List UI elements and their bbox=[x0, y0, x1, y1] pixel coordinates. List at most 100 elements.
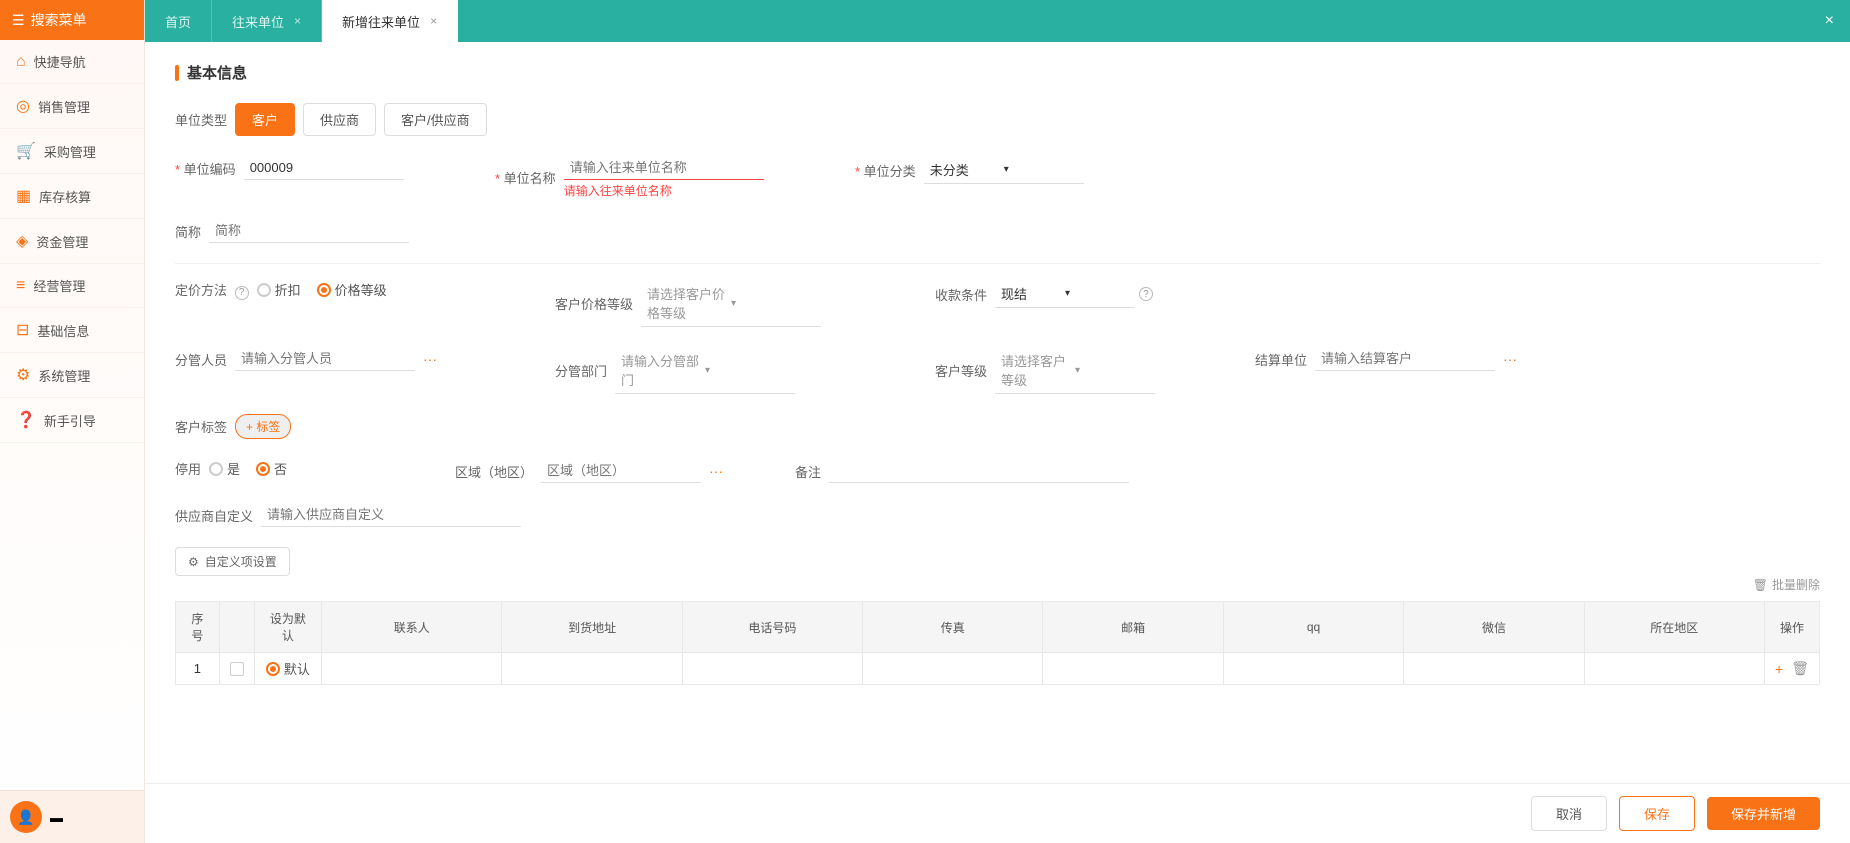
tab-contacts-close[interactable]: × bbox=[294, 14, 301, 28]
unit-category-label: * 单位分类 bbox=[855, 161, 916, 180]
sidebar-item-quick-nav[interactable]: ⌂ 快捷导航 bbox=[0, 40, 144, 84]
pricing-price-level-radio[interactable]: 价格等级 bbox=[317, 280, 387, 299]
email-input[interactable] bbox=[1053, 661, 1212, 676]
save-button[interactable]: 保存 bbox=[1619, 796, 1695, 831]
batch-delete-button[interactable]: 🗑 批量删除 bbox=[1753, 576, 1820, 593]
wechat-input[interactable] bbox=[1414, 661, 1573, 676]
sidebar-item-operations[interactable]: ≡ 经营管理 bbox=[0, 264, 144, 308]
region-input[interactable] bbox=[541, 459, 701, 483]
disable-radio-group: 是 否 bbox=[209, 459, 287, 478]
pricing-row: 定价方法 ? 折扣 价格等级 客户价格等级 bbox=[175, 280, 1820, 327]
tab-new-contact-close[interactable]: × bbox=[430, 14, 437, 28]
set-default-radio[interactable]: 默认 bbox=[265, 659, 311, 678]
cell-fax[interactable] bbox=[863, 653, 1043, 685]
custom-settings-button[interactable]: ⚙ 自定义项设置 bbox=[175, 547, 290, 576]
unit-category-select[interactable]: 未分类 ▾ bbox=[924, 156, 1084, 184]
payment-condition-value: 现结 bbox=[1001, 284, 1065, 303]
unit-btn-both[interactable]: 客户/供应商 bbox=[384, 103, 487, 136]
fax-input[interactable] bbox=[873, 661, 1032, 676]
supplier-custom-label: 供应商自定义 bbox=[175, 506, 253, 525]
save-and-new-button[interactable]: 保存并新增 bbox=[1707, 797, 1820, 830]
disable-yes-label: 是 bbox=[227, 459, 240, 478]
search-menu-label: 搜索菜单 bbox=[31, 10, 87, 30]
disable-no-radio[interactable]: 否 bbox=[256, 459, 287, 478]
unit-category-value: 未分类 bbox=[930, 160, 1004, 179]
sidebar-item-finance[interactable]: ◈ 资金管理 bbox=[0, 219, 144, 264]
manager-more-icon[interactable]: ··· bbox=[419, 351, 441, 367]
pricing-discount-radio[interactable]: 折扣 bbox=[257, 280, 301, 299]
unit-type-label: 单位类型 bbox=[175, 110, 227, 129]
department-select[interactable]: 请输入分管部门 ▾ bbox=[615, 347, 795, 394]
payment-condition-field: 收款条件 现结 ▾ ? bbox=[935, 280, 1820, 308]
tab-new-contact[interactable]: 新增往来单位 × bbox=[322, 0, 458, 42]
cell-region[interactable] bbox=[1584, 653, 1764, 685]
region-table-input[interactable] bbox=[1595, 661, 1754, 676]
unit-name-input[interactable] bbox=[564, 156, 764, 180]
sidebar-item-inventory[interactable]: ▦ 库存核算 bbox=[0, 174, 144, 219]
cell-address[interactable] bbox=[502, 653, 682, 685]
remark-input[interactable] bbox=[829, 459, 1129, 483]
settlement-unit-input[interactable] bbox=[1315, 347, 1495, 371]
sidebar-item-purchase[interactable]: 🛒 采购管理 bbox=[0, 129, 144, 174]
add-row-button[interactable]: + bbox=[1775, 661, 1783, 677]
disable-no-label: 否 bbox=[274, 459, 287, 478]
phone-input[interactable] bbox=[693, 661, 852, 676]
region-more-icon[interactable]: ··· bbox=[705, 463, 727, 479]
tab-contacts[interactable]: 往来单位 × bbox=[212, 0, 322, 42]
sidebar-user-area: 👤 ▬ bbox=[0, 790, 144, 843]
settlement-more-icon[interactable]: ··· bbox=[1499, 351, 1521, 367]
unit-code-input[interactable] bbox=[244, 156, 404, 180]
cancel-button[interactable]: 取消 bbox=[1531, 796, 1607, 831]
customer-level-label: 客户等级 bbox=[935, 361, 987, 380]
search-menu-button[interactable]: ☰ 搜索菜单 bbox=[0, 0, 144, 40]
sidebar-item-basic[interactable]: ⊟ 基础信息 bbox=[0, 308, 144, 353]
row-checkbox[interactable] bbox=[230, 662, 244, 676]
close-all-tabs-button[interactable]: × bbox=[1809, 12, 1850, 30]
unit-code-label: * 单位编码 bbox=[175, 159, 236, 178]
customer-level-select[interactable]: 请选择客户等级 ▾ bbox=[995, 347, 1155, 394]
delete-row-button[interactable]: 🗑 bbox=[1791, 660, 1809, 677]
sidebar-item-newbie[interactable]: ❓ 新手引导 bbox=[0, 398, 144, 443]
custom-settings-label: 自定义项设置 bbox=[205, 553, 277, 570]
qq-input[interactable] bbox=[1234, 661, 1393, 676]
cell-email[interactable] bbox=[1043, 653, 1223, 685]
cell-checkbox[interactable] bbox=[219, 653, 254, 685]
add-tag-button[interactable]: + 标签 bbox=[235, 414, 291, 439]
payment-help-icon[interactable]: ? bbox=[1139, 287, 1153, 301]
sidebar-item-sales[interactable]: ◎ 销售管理 bbox=[0, 84, 144, 129]
sidebar: ☰ 搜索菜单 ⌂ 快捷导航 ◎ 销售管理 🛒 采购管理 ▦ 库存核算 ◈ 资金管… bbox=[0, 0, 145, 843]
unit-btn-customer[interactable]: 客户 bbox=[235, 103, 295, 136]
sidebar-item-system[interactable]: ⚙ 系统管理 bbox=[0, 353, 144, 398]
manager-input[interactable] bbox=[235, 347, 415, 371]
supplier-custom-input[interactable] bbox=[261, 503, 521, 527]
cell-wechat[interactable] bbox=[1404, 653, 1584, 685]
payment-condition-label: 收款条件 bbox=[935, 285, 987, 304]
payment-condition-select[interactable]: 现结 ▾ bbox=[995, 280, 1135, 308]
settlement-unit-label: 结算单位 bbox=[1255, 350, 1307, 369]
customer-level-placeholder: 请选择客户等级 bbox=[1001, 351, 1075, 389]
short-name-label: 简称 bbox=[175, 222, 201, 241]
manager-field: 分管人员 ··· bbox=[175, 347, 515, 371]
cell-phone[interactable] bbox=[682, 653, 862, 685]
short-name-input[interactable] bbox=[209, 219, 409, 243]
customer-price-level-select[interactable]: 请选择客户价格等级 ▾ bbox=[641, 280, 821, 327]
tab-home[interactable]: 首页 bbox=[145, 0, 212, 42]
table-actions: 🗑 批量删除 bbox=[175, 576, 1820, 593]
search-icon: ☰ bbox=[12, 12, 25, 29]
pricing-help-icon[interactable]: ? bbox=[235, 286, 249, 300]
customer-price-level-placeholder: 请选择客户价格等级 bbox=[647, 284, 731, 322]
tab-home-label: 首页 bbox=[165, 12, 191, 31]
cell-contact[interactable] bbox=[322, 653, 502, 685]
address-input[interactable] bbox=[512, 661, 671, 676]
pricing-method-label: 定价方法 ? bbox=[175, 280, 249, 300]
disable-yes-radio[interactable]: 是 bbox=[209, 459, 240, 478]
unit-btn-supplier[interactable]: 供应商 bbox=[303, 103, 376, 136]
cell-qq[interactable] bbox=[1223, 653, 1403, 685]
contact-input[interactable] bbox=[332, 661, 491, 676]
cell-index: 1 bbox=[176, 653, 220, 685]
customer-tag-field: 客户标签 + 标签 bbox=[175, 414, 1820, 439]
unit-type-field: 单位类型 客户 供应商 客户/供应商 bbox=[175, 103, 1820, 136]
unit-name-error: 请输入往来单位名称 bbox=[564, 182, 815, 199]
user-avatar: 👤 bbox=[10, 801, 42, 833]
sales-icon: ◎ bbox=[16, 96, 30, 116]
